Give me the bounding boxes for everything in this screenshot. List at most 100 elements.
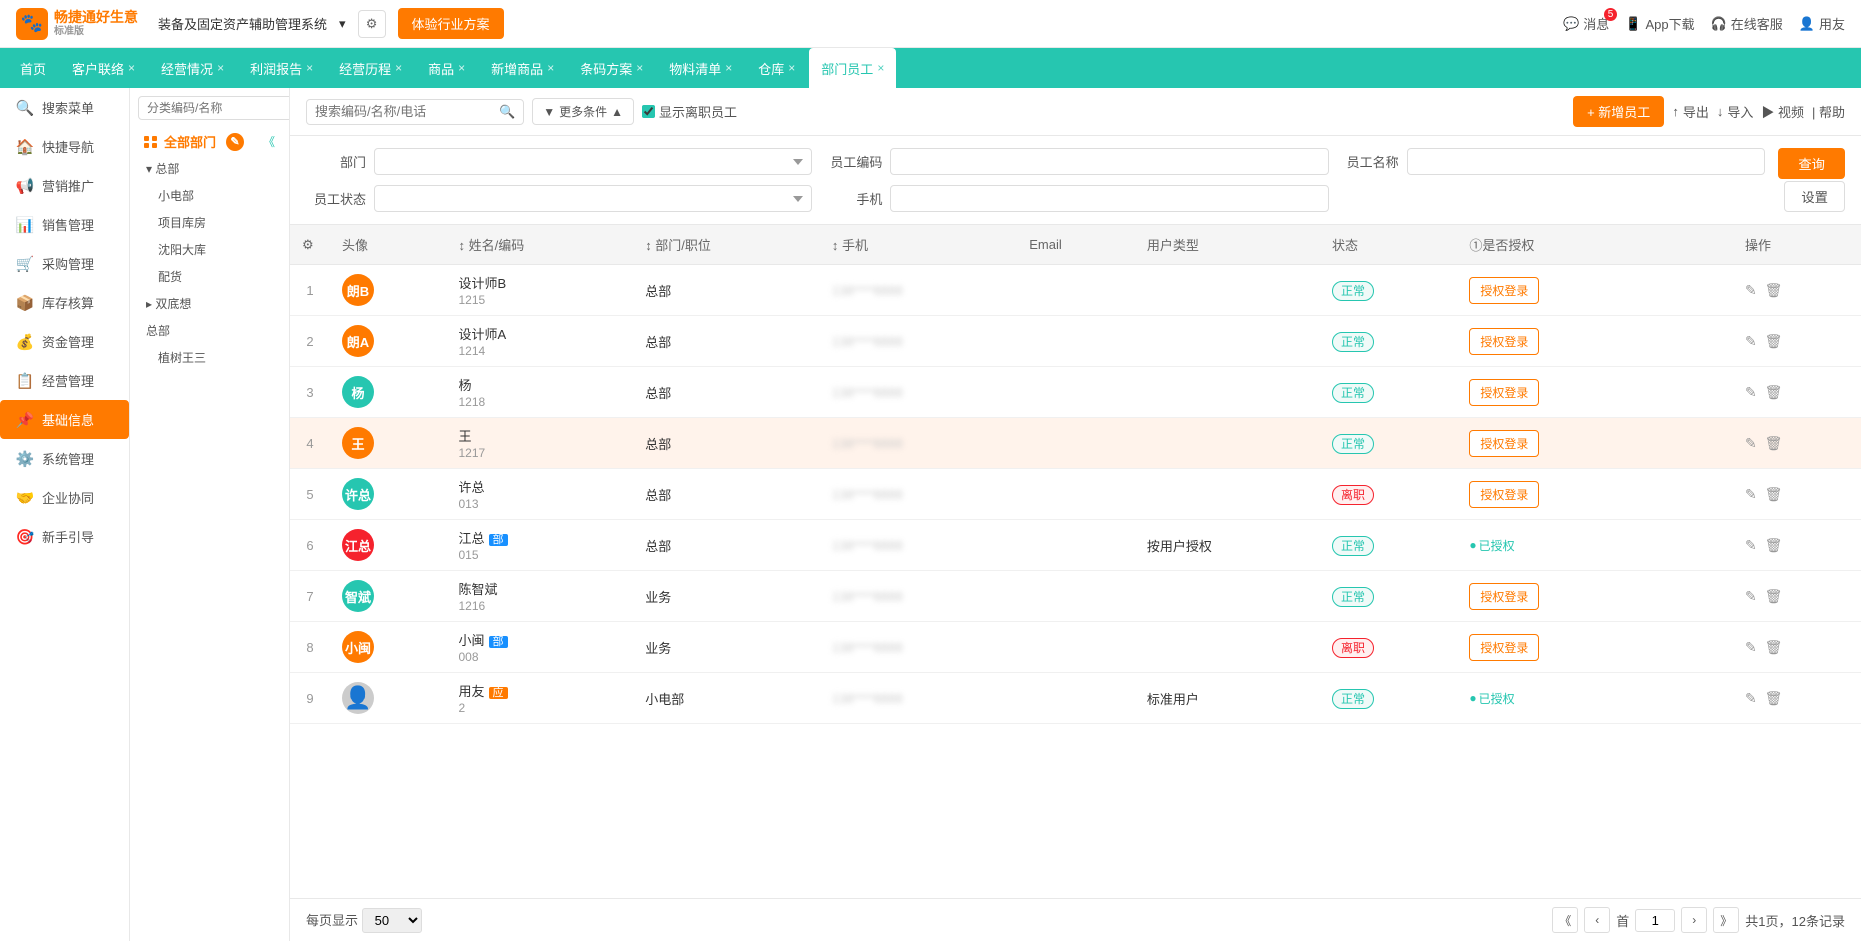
show-resign-label[interactable]: 显示离职员工 <box>642 102 737 121</box>
sidebar-item-marketing[interactable]: 📢营销推广 <box>0 166 129 205</box>
dept-select[interactable] <box>374 148 812 175</box>
sidebar-item-inventory[interactable]: 📦库存核算 <box>0 283 129 322</box>
nav-new-goods[interactable]: 新增商品 × <box>479 48 566 88</box>
all-departments[interactable]: 全部部门 ✎ 《 <box>138 128 281 155</box>
sidebar-item-purchase[interactable]: 🛒采购管理 <box>0 244 129 283</box>
settings-icon[interactable]: ⚙ <box>358 10 386 38</box>
auth-btn[interactable]: 授权登录 <box>1469 328 1539 355</box>
edit-btn[interactable]: ✎ <box>1745 486 1757 503</box>
col-dept-position[interactable]: ↕ 部门/职位 <box>633 225 820 265</box>
search-icon[interactable]: 🔍 <box>499 104 515 120</box>
search-input[interactable] <box>315 104 495 119</box>
nav-goods[interactable]: 商品 × <box>416 48 477 88</box>
sidebar-item-finance[interactable]: 💰资金管理 <box>0 322 129 361</box>
help-btn[interactable]: | 帮助 <box>1812 102 1845 121</box>
nav-customer[interactable]: 客户联络 × <box>60 48 147 88</box>
dept-settings-icon[interactable]: ✎ <box>226 133 244 151</box>
close-icon[interactable]: × <box>877 61 884 75</box>
query-btn[interactable]: 查询 <box>1778 148 1845 179</box>
emp-name-input[interactable] <box>1407 148 1765 175</box>
edit-btn[interactable]: ✎ <box>1745 384 1757 401</box>
edit-btn[interactable]: ✎ <box>1745 639 1757 656</box>
system-dropdown-btn[interactable]: ▾ <box>339 16 346 32</box>
nav-history[interactable]: 经营历程 × <box>327 48 414 88</box>
auth-btn[interactable]: 授权登录 <box>1469 430 1539 457</box>
prev-page-btn[interactable]: ‹ <box>1584 907 1610 933</box>
auth-btn[interactable]: 授权登录 <box>1469 583 1539 610</box>
dept-tree-item[interactable]: 小电部 <box>138 182 281 209</box>
delete-btn[interactable]: 🗑 <box>1765 486 1783 503</box>
nav-profit[interactable]: 利润报告 × <box>238 48 325 88</box>
auth-btn[interactable]: 授权登录 <box>1469 481 1539 508</box>
close-icon[interactable]: × <box>306 61 313 75</box>
sidebar-item-sales[interactable]: 📊销售管理 <box>0 205 129 244</box>
first-page-btn[interactable]: 《 <box>1552 907 1578 933</box>
delete-btn[interactable]: 🗑 <box>1765 282 1783 299</box>
dept-tree-item[interactable]: 植树王三 <box>138 344 281 371</box>
dept-tree-item[interactable]: 项目库房 <box>138 209 281 236</box>
edit-btn[interactable]: ✎ <box>1745 282 1757 299</box>
more-conditions-btn[interactable]: ▼ 更多条件 ▲ <box>532 98 634 125</box>
app-download-btn[interactable]: 📱 App下载 <box>1625 14 1694 33</box>
nav-barcode[interactable]: 条码方案 × <box>568 48 655 88</box>
edit-btn[interactable]: ✎ <box>1745 333 1757 350</box>
export-btn[interactable]: ↑ 导出 <box>1672 102 1709 121</box>
add-employee-btn[interactable]: + 新增员工 <box>1573 96 1664 127</box>
close-icon[interactable]: × <box>547 61 554 75</box>
auth-btn[interactable]: 授权登录 <box>1469 379 1539 406</box>
emp-code-input[interactable] <box>890 148 1328 175</box>
sidebar-item-basic[interactable]: 📌基础信息 <box>0 400 129 439</box>
edit-btn[interactable]: ✎ <box>1745 588 1757 605</box>
delete-btn[interactable]: 🗑 <box>1765 690 1783 707</box>
sidebar-item-system[interactable]: ⚙️系统管理 <box>0 439 129 478</box>
delete-btn[interactable]: 🗑 <box>1765 588 1783 605</box>
sidebar-item-management[interactable]: 📋经营管理 <box>0 361 129 400</box>
close-icon[interactable]: × <box>458 61 465 75</box>
nav-home[interactable]: 首页 <box>8 48 58 88</box>
trial-btn[interactable]: 体验行业方案 <box>398 8 504 39</box>
dept-tree-item[interactable]: 配货 <box>138 263 281 290</box>
dept-tree-item[interactable]: ▸ 双底想 <box>138 290 281 317</box>
edit-btn[interactable]: ✎ <box>1745 435 1757 452</box>
delete-btn[interactable]: 🗑 <box>1765 639 1783 656</box>
delete-btn[interactable]: 🗑 <box>1765 333 1783 350</box>
close-icon[interactable]: × <box>788 61 795 75</box>
close-icon[interactable]: × <box>128 61 135 75</box>
page-input[interactable] <box>1635 909 1675 932</box>
col-name-code[interactable]: ↕ 姓名/编码 <box>447 225 634 265</box>
nav-dept-staff[interactable]: 部门员工 × <box>809 48 896 88</box>
nav-warehouse[interactable]: 仓库 × <box>746 48 807 88</box>
nav-material[interactable]: 物料清单 × <box>657 48 744 88</box>
delete-btn[interactable]: 🗑 <box>1765 537 1783 554</box>
auth-btn[interactable]: 授权登录 <box>1469 277 1539 304</box>
dept-search-input[interactable] <box>138 96 290 120</box>
close-icon[interactable]: × <box>725 61 732 75</box>
dept-tree-item[interactable]: 总部 <box>138 317 281 344</box>
delete-btn[interactable]: 🗑 <box>1765 384 1783 401</box>
last-page-btn[interactable]: 》 <box>1713 907 1739 933</box>
sidebar-item-collab[interactable]: 🤝企业协同 <box>0 478 129 517</box>
auth-btn[interactable]: 授权登录 <box>1469 634 1539 661</box>
delete-btn[interactable]: 🗑 <box>1765 435 1783 452</box>
view-btn[interactable]: ▶ 视频 <box>1761 102 1804 121</box>
nav-operation[interactable]: 经营情况 × <box>149 48 236 88</box>
import-btn[interactable]: ↓ 导入 <box>1717 102 1754 121</box>
close-icon[interactable]: × <box>217 61 224 75</box>
sidebar-item-search[interactable]: 🔍搜索菜单 <box>0 88 129 127</box>
sidebar-item-quicknav[interactable]: 🏠快捷导航 <box>0 127 129 166</box>
page-size-select[interactable]: 50 100 <box>362 908 422 933</box>
edit-btn[interactable]: ✎ <box>1745 690 1757 707</box>
phone-input[interactable] <box>890 185 1328 212</box>
user-btn[interactable]: 👤 用友 <box>1799 14 1845 33</box>
set-btn[interactable]: 设置 <box>1784 181 1845 212</box>
show-resign-checkbox[interactable] <box>642 105 655 118</box>
emp-status-select[interactable] <box>374 185 812 212</box>
next-page-btn[interactable]: › <box>1681 907 1707 933</box>
edit-btn[interactable]: ✎ <box>1745 537 1757 554</box>
sidebar-item-guide[interactable]: 🎯新手引导 <box>0 517 129 556</box>
dept-tree-item[interactable]: ▾ 总部 <box>138 155 281 182</box>
collapse-btn[interactable]: 《 <box>263 133 275 150</box>
close-icon[interactable]: × <box>395 61 402 75</box>
online-service-btn[interactable]: 🎧 在线客服 <box>1711 14 1783 33</box>
message-btn[interactable]: 💬 消息 5 <box>1563 14 1609 33</box>
